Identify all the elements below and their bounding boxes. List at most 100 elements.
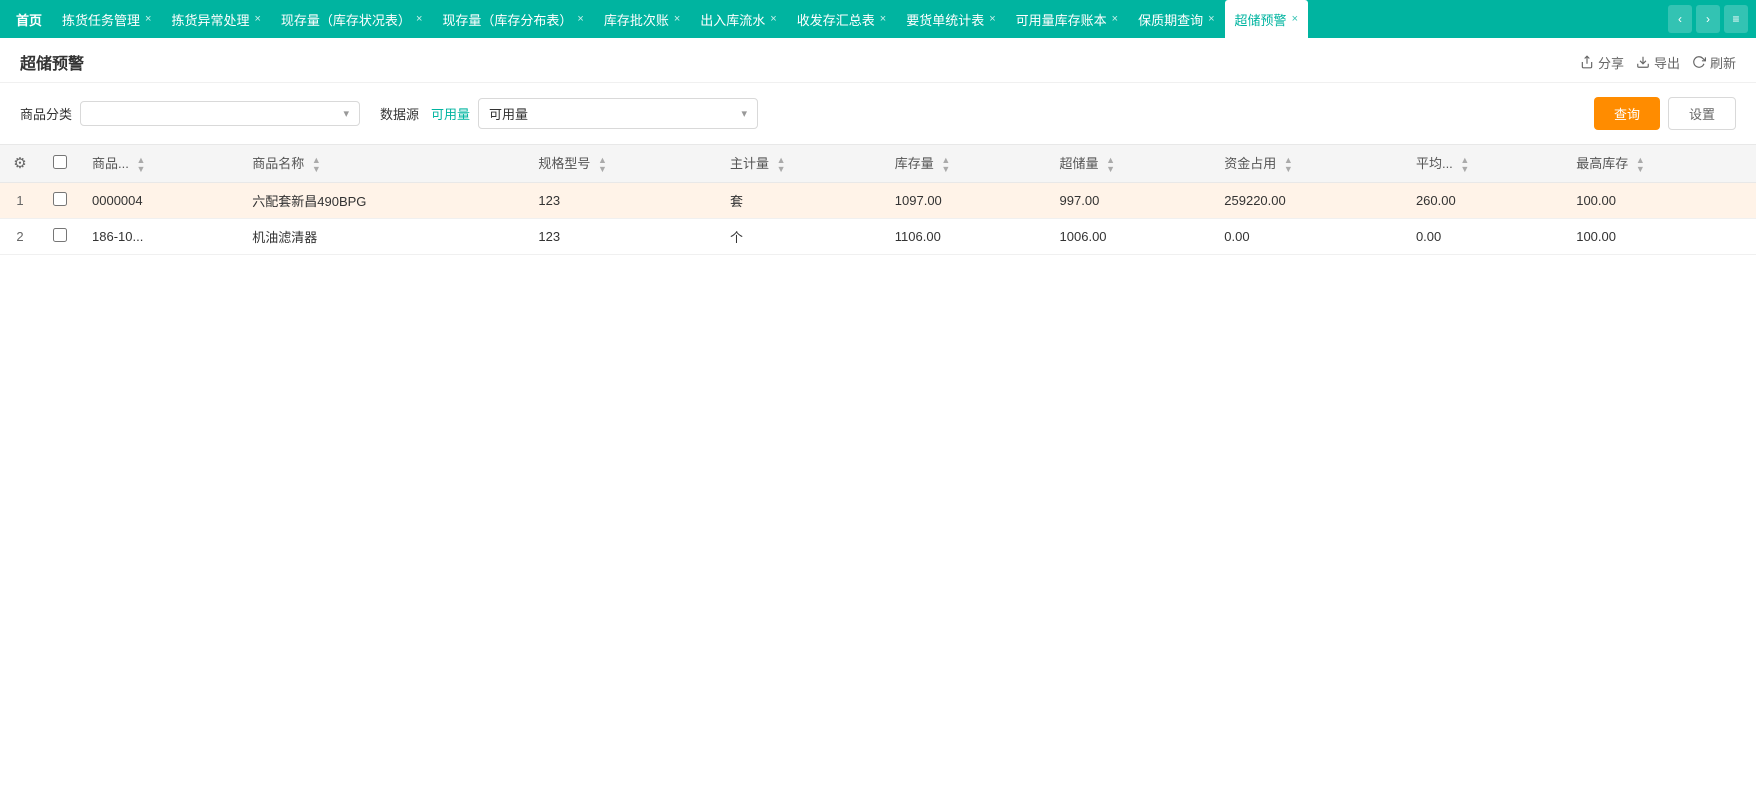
row-unit: 个 <box>718 218 883 254</box>
nav-item-shelf-life[interactable]: 保质期查询 × <box>1128 0 1224 38</box>
sort-icon[interactable]: ▲▼ <box>1636 156 1645 174</box>
datasource-value: 可用量 <box>431 104 470 123</box>
nav-item-inout-flow[interactable]: 出入库流水 × <box>690 0 786 38</box>
page-title: 超储预警 <box>20 50 84 74</box>
nav-item-collect-summary[interactable]: 收发存汇总表 × <box>787 0 896 38</box>
row-max-stock: 100.00 <box>1564 218 1756 254</box>
gear-icon[interactable]: ⚙ <box>13 155 26 172</box>
sort-icon[interactable]: ▲▼ <box>1284 156 1293 174</box>
over-stock-header[interactable]: 超储量 ▲▼ <box>1048 145 1213 183</box>
query-button[interactable]: 查询 <box>1594 97 1660 130</box>
datasource-filter-group: 数据源 可用量 可用量 ▾ <box>380 98 758 129</box>
table-header-row: ⚙ 商品... ▲▼ 商品名称 ▲▼ 规格型号 ▲▼ 主计 <box>0 145 1756 183</box>
row-spec: 123 <box>526 182 718 218</box>
page-header: 超储预警 分享 导出 刷新 <box>0 38 1756 83</box>
row-product-name: 机油滤清器 <box>240 218 526 254</box>
sort-icon[interactable]: ▲▼ <box>1106 156 1115 174</box>
nav-item-available-account[interactable]: 可用量库存账本 × <box>1006 0 1128 38</box>
sort-icon[interactable]: ▲▼ <box>598 156 607 174</box>
chevron-down-icon: ▾ <box>742 107 748 120</box>
close-icon[interactable]: × <box>1112 13 1118 25</box>
category-select[interactable]: ▾ <box>80 101 360 126</box>
row-avg: 0.00 <box>1404 218 1564 254</box>
capital-header[interactable]: 资金占用 ▲▼ <box>1212 145 1404 183</box>
table-container: ⚙ 商品... ▲▼ 商品名称 ▲▼ 规格型号 ▲▼ 主计 <box>0 144 1756 255</box>
share-button[interactable]: 分享 <box>1580 53 1624 72</box>
row-product-name: 六配套新昌490BPG <box>240 182 526 218</box>
row-avg: 260.00 <box>1404 182 1564 218</box>
sort-icon[interactable]: ▲▼ <box>312 156 321 174</box>
spec-header[interactable]: 规格型号 ▲▼ <box>526 145 718 183</box>
sort-icon[interactable]: ▲▼ <box>941 156 950 174</box>
row-settings-cell: 1 <box>0 182 40 218</box>
close-icon[interactable]: × <box>989 13 995 25</box>
close-icon[interactable]: × <box>416 13 422 25</box>
nav-item-pick-exception[interactable]: 拣货异常处理 × <box>161 0 270 38</box>
row-stock: 1106.00 <box>883 218 1048 254</box>
table-row: 1 0000004 六配套新昌490BPG 123 套 1097.00 997.… <box>0 182 1756 218</box>
product-code-header[interactable]: 商品... ▲▼ <box>80 145 240 183</box>
row-checkbox-cell <box>40 218 80 254</box>
sort-icon[interactable]: ▲▼ <box>136 156 145 174</box>
row-over-stock: 1006.00 <box>1048 218 1213 254</box>
row-settings-cell: 2 <box>0 218 40 254</box>
export-icon <box>1636 55 1650 69</box>
share-icon <box>1580 55 1594 69</box>
close-icon[interactable]: × <box>880 13 886 25</box>
row-over-stock: 997.00 <box>1048 182 1213 218</box>
checkbox-column-header <box>40 145 80 183</box>
select-all-checkbox[interactable] <box>53 155 67 169</box>
nav-item-pick-task[interactable]: 拣货任务管理 × <box>52 0 161 38</box>
product-name-header[interactable]: 商品名称 ▲▼ <box>240 145 526 183</box>
max-stock-header[interactable]: 最高库存 ▲▼ <box>1564 145 1756 183</box>
export-button[interactable]: 导出 <box>1636 53 1680 72</box>
datasource-select-text: 可用量 <box>489 104 528 123</box>
avg-header[interactable]: 平均... ▲▼ <box>1404 145 1564 183</box>
row-max-stock: 100.00 <box>1564 182 1756 218</box>
row-stock: 1097.00 <box>883 182 1048 218</box>
stock-header[interactable]: 库存量 ▲▼ <box>883 145 1048 183</box>
nav-next-button[interactable]: › <box>1696 5 1720 33</box>
sort-icon[interactable]: ▲▼ <box>1460 156 1469 174</box>
row-checkbox[interactable] <box>53 192 67 206</box>
nav-item-inventory-dist[interactable]: 现存量（库存分布表） × <box>432 0 593 38</box>
row-capital: 259220.00 <box>1212 182 1404 218</box>
close-icon[interactable]: × <box>254 13 260 25</box>
row-number: 2 <box>16 229 23 244</box>
nav-item-inventory-status[interactable]: 现存量（库存状况表） × <box>271 0 432 38</box>
chevron-down-icon: ▾ <box>343 107 349 120</box>
datasource-label: 数据源 <box>380 104 419 123</box>
settings-button[interactable]: 设置 <box>1668 97 1736 130</box>
nav-item-batch-account[interactable]: 库存批次账 × <box>594 0 690 38</box>
nav-item-demand-stats[interactable]: 要货单统计表 × <box>896 0 1005 38</box>
close-icon[interactable]: × <box>577 13 583 25</box>
overstock-table: ⚙ 商品... ▲▼ 商品名称 ▲▼ 规格型号 ▲▼ 主计 <box>0 144 1756 255</box>
row-checkbox-cell <box>40 182 80 218</box>
filter-bar: 商品分类 ▾ 数据源 可用量 可用量 ▾ 查询 设置 <box>0 83 1756 144</box>
row-unit: 套 <box>718 182 883 218</box>
close-icon[interactable]: × <box>145 13 151 25</box>
nav-more-button[interactable]: ≡ <box>1724 5 1748 33</box>
row-capital: 0.00 <box>1212 218 1404 254</box>
close-icon[interactable]: × <box>770 13 776 25</box>
nav-item-overstock-warning[interactable]: 超储预警 × <box>1225 0 1308 38</box>
row-product-code: 186-10... <box>80 218 240 254</box>
header-actions: 分享 导出 刷新 <box>1580 53 1736 72</box>
refresh-icon <box>1692 55 1706 69</box>
unit-header[interactable]: 主计量 ▲▼ <box>718 145 883 183</box>
close-icon[interactable]: × <box>674 13 680 25</box>
nav-item-home[interactable]: 首页 <box>6 0 52 38</box>
category-filter-group: 商品分类 ▾ <box>20 101 360 126</box>
datasource-select[interactable]: 可用量 ▾ <box>478 98 758 129</box>
filter-actions: 查询 设置 <box>1594 97 1736 130</box>
sort-icon[interactable]: ▲▼ <box>777 156 786 174</box>
close-icon[interactable]: × <box>1208 13 1214 25</box>
row-number: 1 <box>16 193 23 208</box>
nav-prev-button[interactable]: ‹ <box>1668 5 1692 33</box>
close-icon[interactable]: × <box>1292 13 1298 25</box>
table-row: 2 186-10... 机油滤清器 123 个 1106.00 1006.00 … <box>0 218 1756 254</box>
row-spec: 123 <box>526 218 718 254</box>
row-checkbox[interactable] <box>53 228 67 242</box>
category-label: 商品分类 <box>20 104 72 123</box>
refresh-button[interactable]: 刷新 <box>1692 53 1736 72</box>
